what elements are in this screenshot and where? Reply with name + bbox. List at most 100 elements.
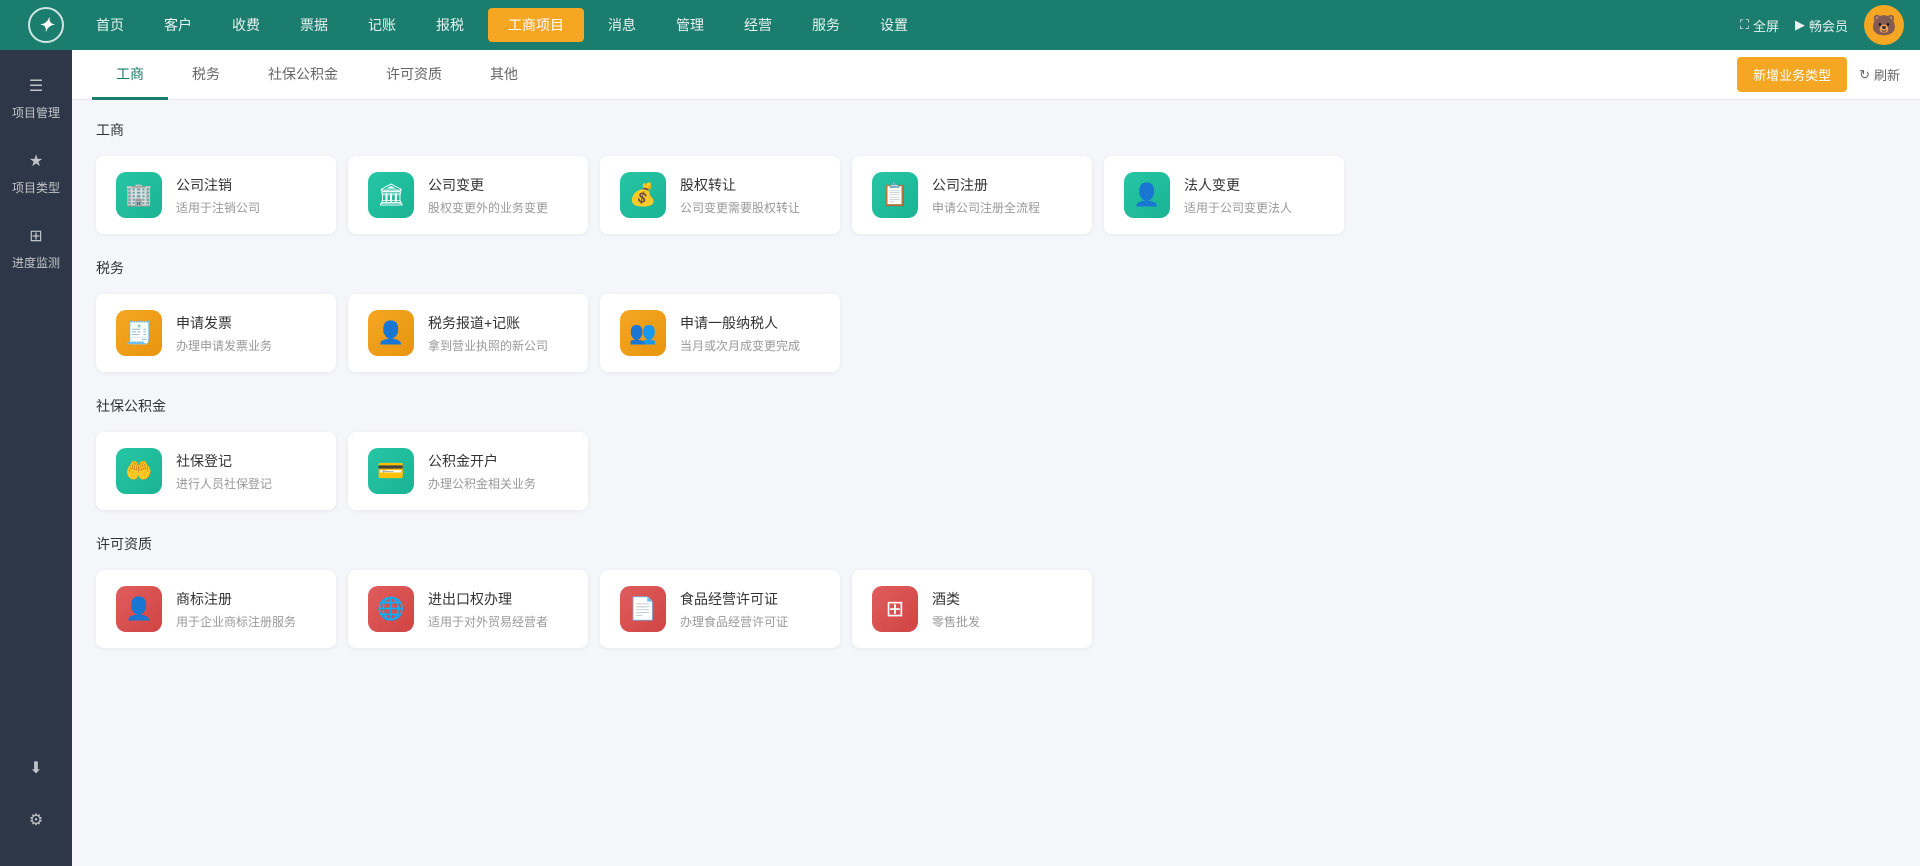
sidebar-bottom-item[interactable]: ⬇ — [0, 742, 72, 794]
card-icon: 🌐 — [368, 586, 414, 632]
sidebar-item-进度监测[interactable]: ⊞进度监测 — [0, 210, 72, 285]
service-card[interactable]: 🏢 公司注销 适用于注销公司 — [96, 156, 336, 234]
card-info: 申请发票 办理申请发票业务 — [176, 313, 272, 354]
sidebar-label: 项目类型 — [12, 179, 60, 196]
nav-item-票据[interactable]: 票据 — [280, 0, 348, 50]
card-desc: 申请公司注册全流程 — [932, 199, 1040, 216]
card-info: 商标注册 用于企业商标注册服务 — [176, 589, 296, 630]
card-icon: 📋 — [872, 172, 918, 218]
nav-item-设置[interactable]: 设置 — [860, 0, 928, 50]
service-card[interactable]: 🤲 社保登记 进行人员社保登记 — [96, 432, 336, 510]
nav-item-工商项目[interactable]: 工商项目 — [488, 8, 584, 42]
cards-grid: 🏢 公司注销 适用于注销公司 🏛 公司变更 股权变更外的业务变更 💰 股权转让 … — [96, 156, 1896, 234]
section-title: 社保公积金 — [96, 396, 1896, 416]
add-business-type-button[interactable]: 新增业务类型 — [1737, 57, 1847, 92]
nav-item-消息[interactable]: 消息 — [588, 0, 656, 50]
service-card[interactable]: 🧾 申请发票 办理申请发票业务 — [96, 294, 336, 372]
section-税务: 税务 🧾 申请发票 办理申请发票业务 👤 税务报道+记账 拿到营业执照的新公司 … — [96, 258, 1896, 372]
sidebar-icon: ☰ — [24, 74, 48, 98]
nav-items: 首页客户收费票据记账报税工商项目消息管理经营服务设置 — [76, 0, 1740, 50]
nav-item-首页[interactable]: 首页 — [76, 0, 144, 50]
service-card[interactable]: 👥 申请一般纳税人 当月或次月成变更完成 — [600, 294, 840, 372]
card-icon: 🧾 — [116, 310, 162, 356]
card-desc: 零售批发 — [932, 613, 980, 630]
sidebar-icon: ⊞ — [24, 224, 48, 248]
card-info: 公司注销 适用于注销公司 — [176, 175, 260, 216]
logo-icon: ✦ — [28, 7, 64, 43]
card-icon: 👤 — [368, 310, 414, 356]
section-社保公积金: 社保公积金 🤲 社保登记 进行人员社保登记 💳 公积金开户 办理公积金相关业务 — [96, 396, 1896, 510]
card-icon: 💰 — [620, 172, 666, 218]
service-card[interactable]: 📋 公司注册 申请公司注册全流程 — [852, 156, 1092, 234]
nav-item-客户[interactable]: 客户 — [144, 0, 212, 50]
service-card[interactable]: 💳 公积金开户 办理公积金相关业务 — [348, 432, 588, 510]
fullscreen-button[interactable]: ⛶ 全屏 — [1740, 16, 1779, 35]
card-desc: 适用于注销公司 — [176, 199, 260, 216]
nav-item-管理[interactable]: 管理 — [656, 0, 724, 50]
content-area: 工商税务社保公积金许可资质其他 新增业务类型 ↻ 刷新 工商 🏢 公司注销 适用… — [72, 50, 1920, 866]
service-card[interactable]: 🏛 公司变更 股权变更外的业务变更 — [348, 156, 588, 234]
tab-bar: 工商税务社保公积金许可资质其他 新增业务类型 ↻ 刷新 — [72, 50, 1920, 100]
service-card[interactable]: 👤 法人变更 适用于公司变更法人 — [1104, 156, 1344, 234]
service-card[interactable]: 📄 食品经营许可证 办理食品经营许可证 — [600, 570, 840, 648]
cards-grid: 👤 商标注册 用于企业商标注册服务 🌐 进出口权办理 适用于对外贸易经营者 📄 … — [96, 570, 1896, 648]
tab-其他[interactable]: 其他 — [466, 50, 542, 100]
card-title: 公司变更 — [428, 175, 548, 195]
card-info: 酒类 零售批发 — [932, 589, 980, 630]
card-desc: 当月或次月成变更完成 — [680, 337, 800, 354]
sidebar-item-项目管理[interactable]: ☰项目管理 — [0, 60, 72, 135]
main-layout: ☰项目管理★项目类型⊞进度监测⬇⚙ 工商税务社保公积金许可资质其他 新增业务类型… — [0, 50, 1920, 866]
scroll-content: 工商 🏢 公司注销 适用于注销公司 🏛 公司变更 股权变更外的业务变更 💰 股权… — [72, 100, 1920, 866]
nav-item-服务[interactable]: 服务 — [792, 0, 860, 50]
card-desc: 公司变更需要股权转让 — [680, 199, 800, 216]
vip-button[interactable]: ▶ 畅会员 — [1795, 16, 1848, 35]
card-icon: 👤 — [116, 586, 162, 632]
service-card[interactable]: 💰 股权转让 公司变更需要股权转让 — [600, 156, 840, 234]
card-desc: 适用于公司变更法人 — [1184, 199, 1292, 216]
card-title: 商标注册 — [176, 589, 296, 609]
card-info: 申请一般纳税人 当月或次月成变更完成 — [680, 313, 800, 354]
card-icon: 👥 — [620, 310, 666, 356]
cards-grid: 🧾 申请发票 办理申请发票业务 👤 税务报道+记账 拿到营业执照的新公司 👥 申… — [96, 294, 1896, 372]
card-desc: 办理申请发票业务 — [176, 337, 272, 354]
card-info: 税务报道+记账 拿到营业执照的新公司 — [428, 313, 548, 354]
service-card[interactable]: 🌐 进出口权办理 适用于对外贸易经营者 — [348, 570, 588, 648]
card-icon: ⊞ — [872, 586, 918, 632]
card-title: 申请发票 — [176, 313, 272, 333]
card-info: 社保登记 进行人员社保登记 — [176, 451, 272, 492]
service-card[interactable]: 👤 商标注册 用于企业商标注册服务 — [96, 570, 336, 648]
tab-税务[interactable]: 税务 — [168, 50, 244, 100]
card-desc: 适用于对外贸易经营者 — [428, 613, 548, 630]
card-icon: 🤲 — [116, 448, 162, 494]
card-title: 酒类 — [932, 589, 980, 609]
card-desc: 办理食品经营许可证 — [680, 613, 788, 630]
tab-许可资质[interactable]: 许可资质 — [362, 50, 466, 100]
tab-社保公积金[interactable]: 社保公积金 — [244, 50, 362, 100]
sidebar-item-项目类型[interactable]: ★项目类型 — [0, 135, 72, 210]
sidebar-bottom-item[interactable]: ⚙ — [0, 794, 72, 846]
section-工商: 工商 🏢 公司注销 适用于注销公司 🏛 公司变更 股权变更外的业务变更 💰 股权… — [96, 120, 1896, 234]
card-title: 公司注销 — [176, 175, 260, 195]
nav-item-收费[interactable]: 收费 — [212, 0, 280, 50]
card-info: 法人变更 适用于公司变更法人 — [1184, 175, 1292, 216]
sidebar: ☰项目管理★项目类型⊞进度监测 ⬇⚙ — [0, 50, 72, 866]
refresh-button[interactable]: ↻ 刷新 — [1859, 65, 1900, 84]
card-icon: 👤 — [1124, 172, 1170, 218]
section-title: 工商 — [96, 120, 1896, 140]
card-desc: 办理公积金相关业务 — [428, 475, 536, 492]
card-info: 公司变更 股权变更外的业务变更 — [428, 175, 548, 216]
refresh-icon: ↻ — [1859, 67, 1870, 83]
service-card[interactable]: 👤 税务报道+记账 拿到营业执照的新公司 — [348, 294, 588, 372]
card-title: 申请一般纳税人 — [680, 313, 800, 333]
card-title: 公积金开户 — [428, 451, 536, 471]
nav-item-记账[interactable]: 记账 — [348, 0, 416, 50]
service-card[interactable]: ⊞ 酒类 零售批发 — [852, 570, 1092, 648]
nav-item-报税[interactable]: 报税 — [416, 0, 484, 50]
card-icon: 🏢 — [116, 172, 162, 218]
vip-icon: ▶ — [1795, 17, 1805, 33]
tab-工商[interactable]: 工商 — [92, 50, 168, 100]
nav-item-经营[interactable]: 经营 — [724, 0, 792, 50]
nav-right: ⛶ 全屏 ▶ 畅会员 🐻 — [1740, 5, 1904, 45]
card-info: 公司注册 申请公司注册全流程 — [932, 175, 1040, 216]
fullscreen-icon: ⛶ — [1740, 17, 1749, 33]
